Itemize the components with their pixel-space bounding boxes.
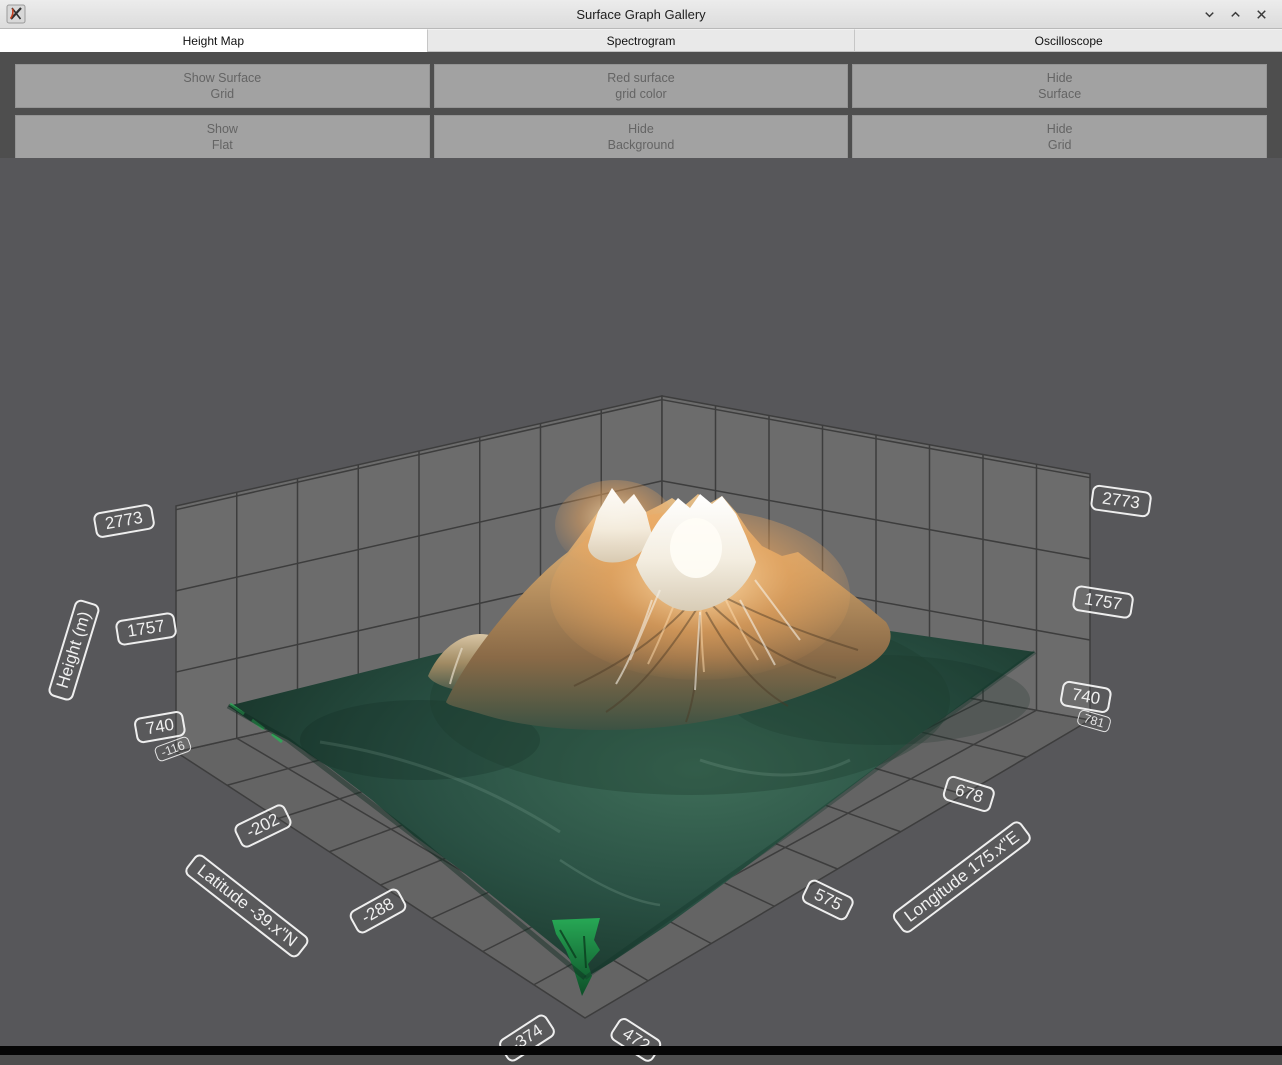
title-bar: Surface Graph Gallery <box>0 0 1282 29</box>
show-surface-grid-button[interactable]: Show SurfaceGrid <box>15 64 430 108</box>
tab-bar: Height Map Spectrogram Oscilloscope <box>0 29 1282 52</box>
surface-toolbar: Show SurfaceGrid Red surfacegrid color H… <box>0 52 1282 159</box>
tab-height-map[interactable]: Height Map <box>0 29 427 52</box>
window-close-button[interactable] <box>1253 6 1270 23</box>
tab-spectrogram[interactable]: Spectrogram <box>427 29 855 52</box>
window-shade-button[interactable] <box>1201 6 1218 23</box>
red-surface-grid-color-button[interactable]: Red surfacegrid color <box>434 64 849 108</box>
surface-plot: 2773 1757 740 Height (m) -116 -202 -288 … <box>0 0 1282 1055</box>
hide-surface-button[interactable]: HideSurface <box>852 64 1267 108</box>
window-title: Surface Graph Gallery <box>0 7 1282 22</box>
hide-grid-button[interactable]: HideGrid <box>852 115 1267 159</box>
show-flat-button[interactable]: ShowFlat <box>15 115 430 159</box>
surface-plot-canvas[interactable] <box>0 158 1282 1046</box>
window-maximize-button[interactable] <box>1227 6 1244 23</box>
hide-background-button[interactable]: HideBackground <box>434 115 849 159</box>
tab-oscilloscope[interactable]: Oscilloscope <box>854 29 1282 52</box>
